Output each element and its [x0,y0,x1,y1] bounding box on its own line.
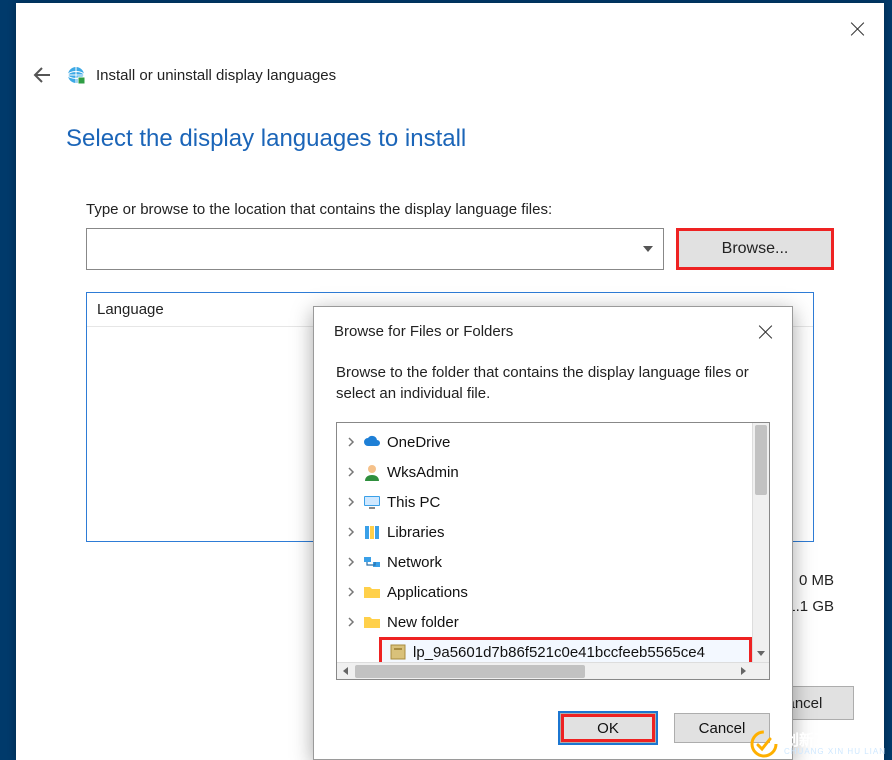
cancel-button[interactable]: Cancel [674,713,770,743]
path-input[interactable] [87,229,635,269]
expand-caret-icon[interactable] [345,436,357,448]
ok-button[interactable]: OK [560,713,656,743]
scrollbar-thumb[interactable] [355,665,585,678]
header: Install or uninstall display languages [16,3,884,87]
close-icon[interactable] [758,324,774,340]
tree-item-label: OneDrive [387,434,450,451]
scroll-left-icon[interactable] [337,663,354,679]
tree-item-label: Network [387,554,442,571]
vertical-scrollbar[interactable] [752,423,769,662]
cab-file-icon [387,643,409,661]
tree-item-label: New folder [387,614,459,631]
size-available: 1.1 GB [787,594,834,620]
expand-caret-icon[interactable] [345,616,357,628]
page-heading: Select the display languages to install [66,125,834,153]
cloud-icon [361,433,383,451]
expand-caret-icon[interactable] [345,496,357,508]
chevron-down-icon[interactable] [643,246,653,252]
tree-item-label: WksAdmin [387,464,459,481]
back-arrow-icon[interactable] [28,63,52,87]
tree-item-onedrive[interactable]: OneDrive [337,427,752,457]
pc-icon [361,493,383,511]
globe-icon [66,65,86,85]
horizontal-scrollbar[interactable] [337,662,769,679]
user-icon [361,463,383,481]
scroll-right-icon[interactable] [735,663,752,679]
path-combobox[interactable] [86,228,664,270]
folder-tree: OneDrive WksAdmin This PC Libraries [336,422,770,680]
tree-item-newfolder[interactable]: New folder [337,607,752,637]
wizard-title-text: Install or uninstall display languages [96,67,336,84]
scrollbar-thumb[interactable] [755,425,767,495]
ok-button-label: OK [597,720,619,737]
folder-tree-viewport[interactable]: OneDrive WksAdmin This PC Libraries [337,423,752,662]
browse-dialog-buttons: OK Cancel [560,713,770,743]
tree-item-libraries[interactable]: Libraries [337,517,752,547]
wizard-title: Install or uninstall display languages [66,65,336,85]
expand-caret-icon[interactable] [345,586,357,598]
scroll-down-icon[interactable] [753,645,769,662]
browse-dialog-titlebar: Browse for Files or Folders [314,307,792,340]
tree-item-selected-file[interactable]: lp_9a5601d7b86f521c0e41bccfeeb5565ce4 [379,637,752,662]
cancel-button-label: Cancel [699,720,746,737]
browse-dialog-description: Browse to the folder that contains the d… [314,340,792,404]
footer-stats: 0 MB 1.1 GB [787,568,834,619]
tree-item-label: Applications [387,584,468,601]
close-icon[interactable] [850,21,866,37]
folder-icon [361,583,383,601]
tree-item-network[interactable]: Network [337,547,752,577]
expand-caret-icon[interactable] [345,466,357,478]
network-icon [361,553,383,571]
expand-caret-icon[interactable] [345,556,357,568]
tree-item-wksadmin[interactable]: WksAdmin [337,457,752,487]
browse-dialog: Browse for Files or Folders Browse to th… [313,306,793,760]
browse-dialog-title: Browse for Files or Folders [334,323,513,340]
tree-item-label: lp_9a5601d7b86f521c0e41bccfeeb5565ce4 [413,644,705,661]
browse-button-label: Browse... [722,240,789,258]
path-row: Browse... [66,228,834,270]
path-instruction: Type or browse to the location that cont… [66,201,834,218]
tree-item-applications[interactable]: Applications [337,577,752,607]
browse-button[interactable]: Browse... [676,228,834,270]
tree-item-label: This PC [387,494,440,511]
libraries-icon [361,523,383,541]
tree-item-label: Libraries [387,524,445,541]
size-required: 0 MB [787,568,834,594]
expand-caret-icon[interactable] [345,526,357,538]
folder-icon [361,613,383,631]
tree-item-thispc[interactable]: This PC [337,487,752,517]
